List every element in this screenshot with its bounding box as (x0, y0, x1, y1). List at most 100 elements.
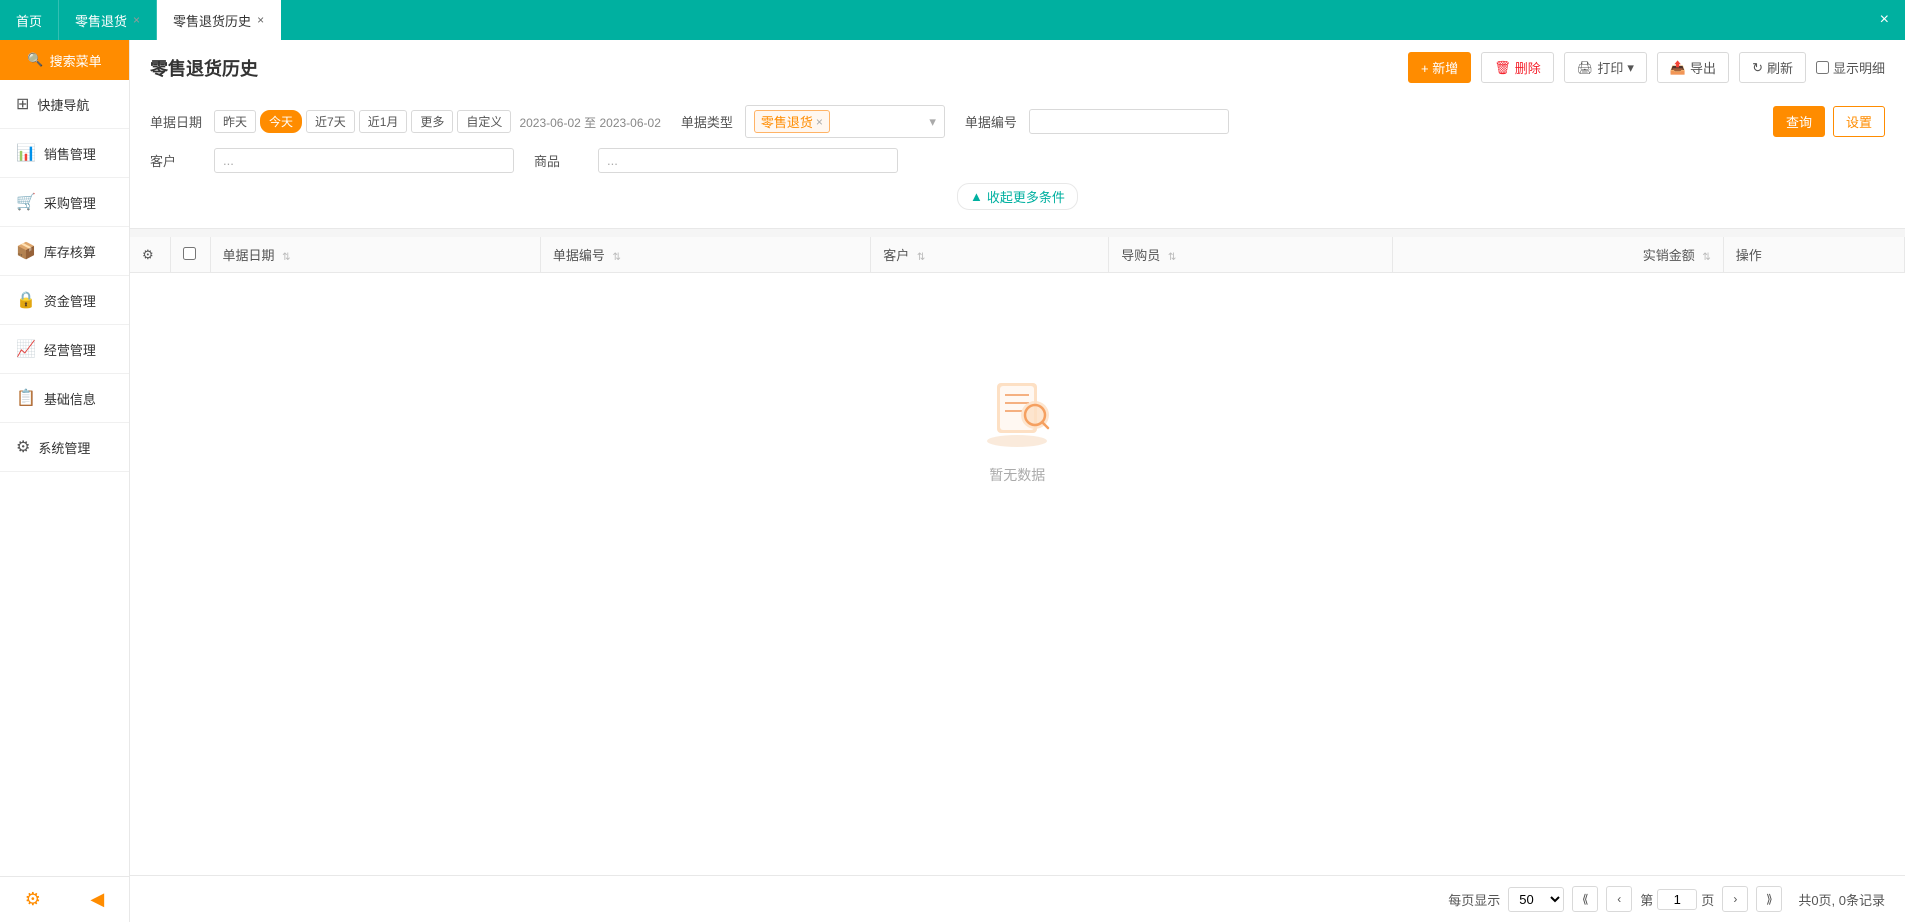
query-button[interactable]: 查询 (1773, 106, 1825, 137)
print-button[interactable]: 🖨 打印 ▾ (1564, 52, 1647, 83)
export-button[interactable]: 📤 导出 (1657, 52, 1729, 83)
date-options: 昨天 今天 近7天 近1月 更多 自定义 (214, 110, 511, 133)
page-number-input[interactable] (1657, 889, 1697, 910)
search-icon: 🔍 (27, 52, 43, 68)
window-close-button[interactable]: × (1864, 0, 1905, 40)
goods-select[interactable]: ... (598, 148, 898, 173)
goods-ellipsis: ... (607, 153, 618, 168)
empty-illustration (967, 353, 1067, 453)
operation-icon: 📈 (16, 339, 36, 359)
delete-icon: 🗑 (1494, 60, 1511, 76)
date-range: 2023-06-02 至 2023-06-02 (519, 114, 660, 131)
total-info: 共0页, 0条记录 (1798, 890, 1885, 909)
customer-label: 客户 (150, 151, 206, 170)
first-page-button[interactable]: ⟪ (1572, 886, 1598, 912)
empty-text: 暂无数据 (989, 465, 1045, 485)
sidebar-item-operation[interactable]: 📈 经营管理 (0, 325, 129, 374)
tab-home[interactable]: 首页 (0, 0, 59, 40)
sales-icon: 📊 (16, 143, 36, 163)
voucher-no-label: 单据编号 (965, 112, 1021, 131)
sidebar-item-system[interactable]: ⚙ 系统管理 (0, 423, 129, 472)
query-settings-group: 查询 设置 (1773, 106, 1885, 137)
table-body: 暂无数据 (130, 273, 1905, 566)
collapse-sidebar-btn[interactable]: ◀ (90, 889, 104, 910)
th-settings[interactable]: ⚙ (130, 237, 170, 273)
sort-no-icon: ⇅ (613, 252, 621, 263)
sort-customer-icon: ⇅ (917, 252, 925, 263)
refresh-button[interactable]: ↻ 刷新 (1739, 52, 1806, 83)
sidebar-item-basic[interactable]: 📋 基础信息 (0, 374, 129, 423)
th-customer[interactable]: 客户 ⇅ (871, 237, 1109, 273)
main-layout: 🔍 搜索菜单 ⊞ 快捷导航 📊 销售管理 🛒 采购管理 📦 库存核算 🔒 资金管… (0, 40, 1905, 922)
page-header-top: 零售退货历史 + 新增 🗑 删除 🖨 打印 ▾ 📤 (150, 52, 1885, 83)
date-btn-1month[interactable]: 近1月 (359, 110, 408, 133)
sidebar-item-purchase[interactable]: 🛒 采购管理 (0, 178, 129, 227)
sidebar-item-sales[interactable]: 📊 销售管理 (0, 129, 129, 178)
th-no[interactable]: 单据编号 ⇅ (540, 237, 870, 273)
close-tab-retail-return-history[interactable]: × (257, 13, 264, 27)
show-detail-checkbox[interactable]: 显示明细 (1816, 58, 1885, 77)
page-title: 零售退货历史 (150, 55, 258, 81)
filter-customer: 客户 ... (150, 148, 514, 173)
voucher-type-select[interactable]: 零售退货 × ▾ (745, 105, 945, 138)
last-page-button[interactable]: ⟫ (1756, 886, 1782, 912)
filter-area: 单据日期 昨天 今天 近7天 近1月 更多 自定义 2023-06-02 至 2… (150, 95, 1885, 228)
close-tab-retail-return[interactable]: × (133, 13, 140, 27)
settings-bottom-btn[interactable]: ⚙ (25, 889, 41, 910)
system-icon: ⚙ (16, 437, 30, 457)
sidebar: 🔍 搜索菜单 ⊞ 快捷导航 📊 销售管理 🛒 采购管理 📦 库存核算 🔒 资金管… (0, 40, 130, 922)
filter-voucher-type: 单据类型 零售退货 × ▾ (681, 105, 945, 138)
th-checkbox[interactable] (170, 237, 210, 273)
tab-retail-return[interactable]: 零售退货 × (59, 0, 157, 40)
tab-retail-return-history[interactable]: 零售退货历史 × (157, 0, 281, 40)
sidebar-search[interactable]: 🔍 搜索菜单 (0, 40, 129, 80)
date-btn-more[interactable]: 更多 (411, 110, 453, 133)
voucher-type-tag: 零售退货 × (754, 110, 830, 133)
date-btn-yesterday[interactable]: 昨天 (214, 110, 256, 133)
sidebar-item-finance[interactable]: 🔒 资金管理 (0, 276, 129, 325)
quicknav-icon: ⊞ (16, 94, 29, 114)
th-amount[interactable]: 实销金额 ⇅ (1393, 237, 1723, 273)
th-date[interactable]: 单据日期 ⇅ (210, 237, 540, 273)
sort-date-icon: ⇅ (282, 252, 290, 263)
page-size-label: 每页显示 (1448, 890, 1500, 909)
page-header: 零售退货历史 + 新增 🗑 删除 🖨 打印 ▾ 📤 (130, 40, 1905, 229)
voucher-type-label: 单据类型 (681, 112, 737, 131)
refresh-icon: ↻ (1752, 60, 1763, 76)
sort-guide-icon: ⇅ (1168, 252, 1176, 263)
purchase-icon: 🛒 (16, 192, 36, 212)
show-detail-input[interactable] (1816, 61, 1829, 74)
table-head: ⚙ 单据日期 ⇅ 单据编号 ⇅ 客户 ⇅ (130, 237, 1905, 273)
sidebar-bottom: ⚙ ◀ (0, 876, 129, 922)
top-bar: 首页 零售退货 × 零售退货历史 × × (0, 0, 1905, 40)
delete-button[interactable]: 🗑 删除 (1481, 52, 1554, 83)
collapse-button[interactable]: ▲ 收起更多条件 (957, 183, 1078, 210)
pagination-bar: 每页显示 10 20 50 100 ⟪ ‹ 第 页 › ⟫ 共0页, 0条记录 (130, 875, 1905, 922)
date-btn-custom[interactable]: 自定义 (457, 110, 511, 133)
date-btn-today[interactable]: 今天 (260, 110, 302, 133)
select-all-checkbox[interactable] (183, 247, 196, 260)
remove-voucher-type-tag[interactable]: × (816, 115, 823, 129)
th-guide[interactable]: 导购员 ⇅ (1109, 237, 1393, 273)
customer-select[interactable]: ... (214, 148, 514, 173)
settings-button[interactable]: 设置 (1833, 106, 1885, 137)
toolbar: + 新增 🗑 删除 🖨 打印 ▾ 📤 导出 (1408, 52, 1885, 83)
next-page-button[interactable]: › (1722, 886, 1748, 912)
goods-label: 商品 (534, 151, 590, 170)
date-btn-7days[interactable]: 近7天 (306, 110, 355, 133)
new-button[interactable]: + 新增 (1408, 52, 1471, 83)
print-dropdown-icon: ▾ (1627, 60, 1634, 76)
page-size-select[interactable]: 10 20 50 100 (1508, 887, 1564, 912)
voucher-no-input[interactable] (1029, 109, 1229, 134)
empty-state: 暂无数据 (130, 273, 1905, 565)
date-label: 单据日期 (150, 112, 206, 131)
prev-page-button[interactable]: ‹ (1606, 886, 1632, 912)
collapse-row: ▲ 收起更多条件 (150, 183, 1885, 218)
customer-ellipsis: ... (223, 153, 234, 168)
sidebar-item-quicknav[interactable]: ⊞ 快捷导航 (0, 80, 129, 129)
voucher-type-dropdown-icon: ▾ (929, 114, 936, 130)
collapse-up-icon: ▲ (970, 189, 983, 204)
inventory-icon: 📦 (16, 241, 36, 261)
sidebar-item-inventory[interactable]: 📦 库存核算 (0, 227, 129, 276)
finance-icon: 🔒 (16, 290, 36, 310)
